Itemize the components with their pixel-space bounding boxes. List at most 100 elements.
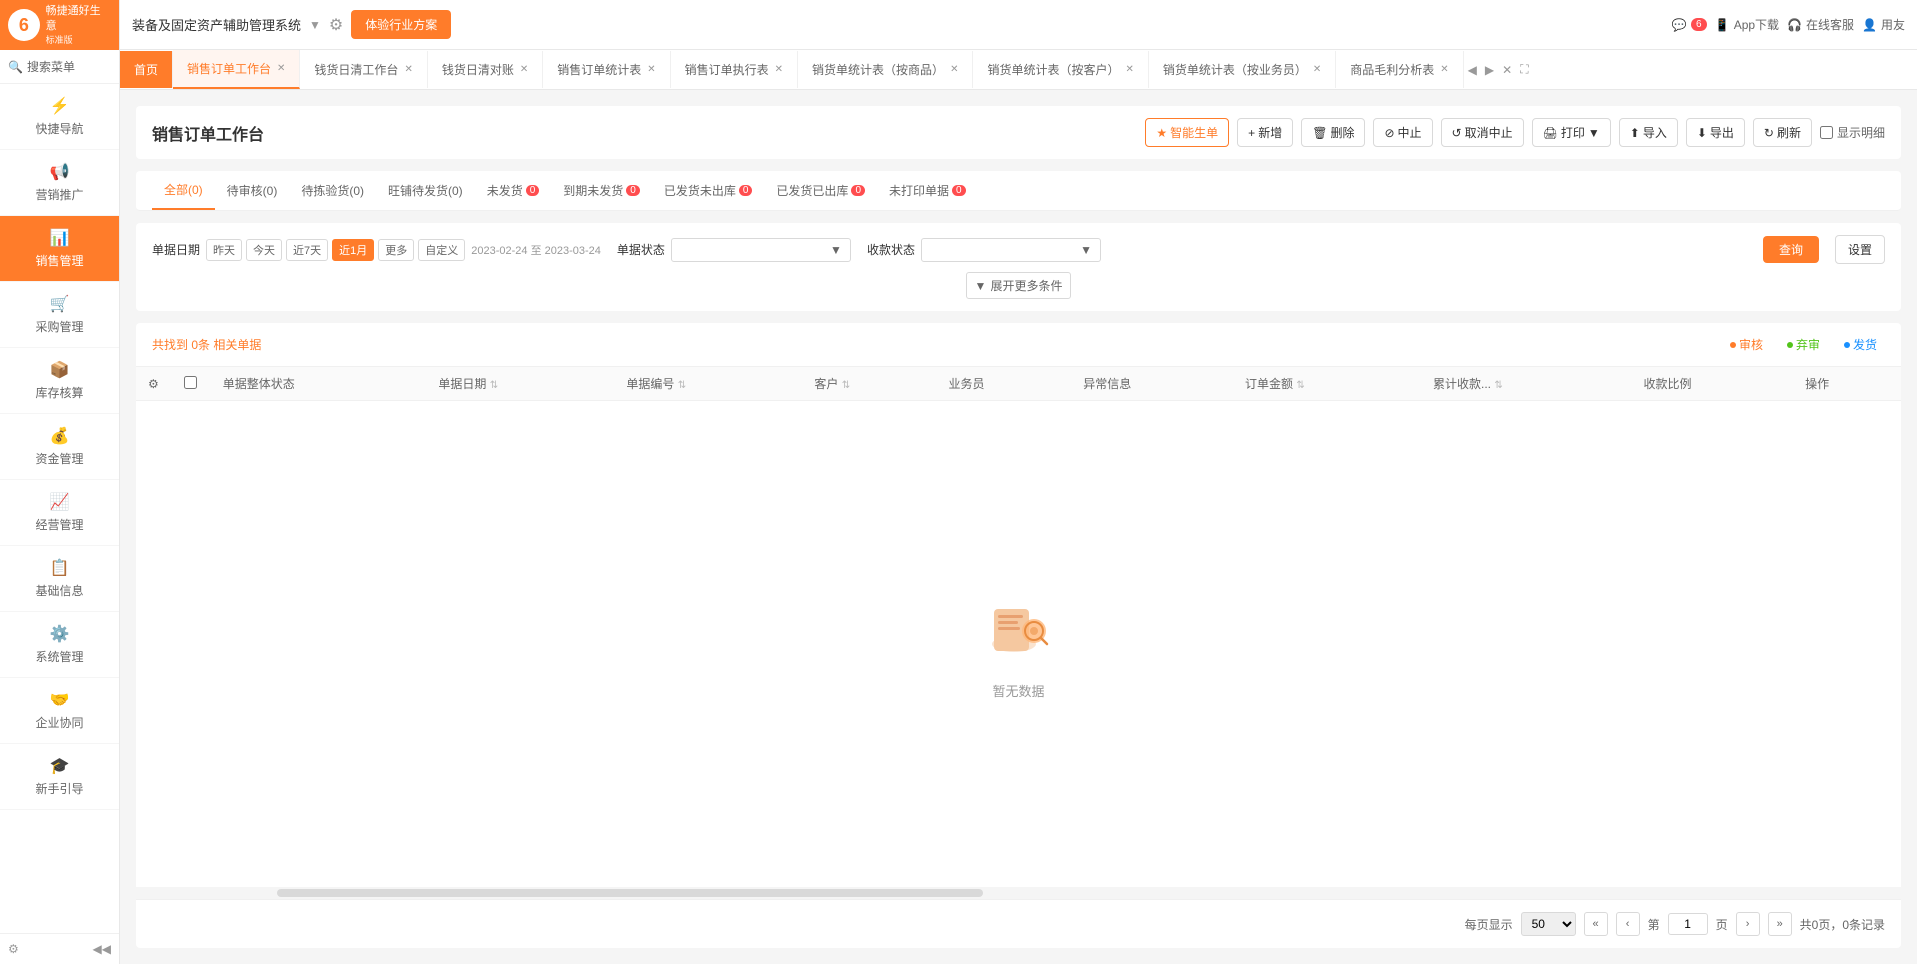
- scrollbar-thumb[interactable]: [277, 889, 983, 897]
- tab-cash-reconcile-close[interactable]: ✕: [520, 64, 528, 75]
- sub-tab-unprinted[interactable]: 未打印单据 0: [877, 172, 978, 209]
- sub-tab-wangpu[interactable]: 旺铺待发货(0): [376, 172, 475, 209]
- filter-settings-btn[interactable]: 设置: [1835, 235, 1885, 264]
- tab-sales-summary1[interactable]: 销货单统计表（按商品） ✕: [798, 51, 973, 88]
- sub-tab-shipped-out[interactable]: 已发货已出库 0: [764, 172, 877, 209]
- sidebar-item-sales[interactable]: 📊 销售管理: [0, 216, 119, 282]
- tab-sales-order[interactable]: 销售订单工作台 ✕: [173, 50, 300, 89]
- col-settings[interactable]: ⚙: [136, 367, 171, 401]
- tab-sales-stat-close[interactable]: ✕: [647, 64, 655, 75]
- date-btn-today[interactable]: 今天: [246, 239, 282, 261]
- sub-tab-pending-review[interactable]: 待审核(0): [215, 172, 290, 209]
- col-customer[interactable]: 客户 ⇅: [802, 367, 936, 401]
- tab-fullscreen[interactable]: ⛶: [1516, 62, 1532, 77]
- col-date[interactable]: 单据日期 ⇅: [426, 367, 614, 401]
- anti-audit-btn[interactable]: 弃审: [1779, 333, 1828, 356]
- app-download[interactable]: 📱 App下载: [1715, 16, 1779, 33]
- user-menu[interactable]: 👤 用友: [1862, 16, 1905, 33]
- tab-gross-margin[interactable]: 商品毛利分析表 ✕: [1336, 51, 1463, 88]
- tab-sales-order-close[interactable]: ✕: [277, 63, 285, 74]
- sidebar-item-operations[interactable]: 📈 经营管理: [0, 480, 119, 546]
- collapse-icon[interactable]: ◀◀: [93, 942, 111, 956]
- sub-tab-pending-inspect[interactable]: 待拣验货(0): [289, 172, 376, 209]
- settings-icon[interactable]: ⚙: [8, 942, 19, 956]
- last-page-btn[interactable]: »: [1768, 912, 1792, 936]
- sidebar-item-newbie[interactable]: 🎓 新手引导: [0, 744, 119, 810]
- col-number[interactable]: 单据编号 ⇅: [614, 367, 802, 401]
- first-page-btn[interactable]: «: [1584, 912, 1608, 936]
- tab-sales-summary2-close[interactable]: ✕: [1125, 64, 1133, 75]
- sidebar-item-quick-nav[interactable]: ⚡ 快捷导航: [0, 84, 119, 150]
- col-exception[interactable]: 异常信息: [1071, 367, 1233, 401]
- message-center[interactable]: 💬 6: [1672, 18, 1707, 32]
- sidebar-item-finance[interactable]: 💰 资金管理: [0, 414, 119, 480]
- sidebar-item-purchase[interactable]: 🛒 采购管理: [0, 282, 119, 348]
- tab-sales-exec[interactable]: 销售订单执行表 ✕: [671, 51, 798, 88]
- delete-btn[interactable]: 🗑 删除: [1301, 118, 1365, 147]
- stop-icon: ⊘: [1384, 126, 1394, 140]
- select-all-checkbox[interactable]: [184, 376, 197, 389]
- prev-page-btn[interactable]: ‹: [1616, 912, 1640, 936]
- col-status[interactable]: 单据整体状态: [211, 367, 427, 401]
- date-btn-7days[interactable]: 近7天: [286, 239, 328, 261]
- tab-cash-daily[interactable]: 钱货日清工作台 ✕: [300, 51, 427, 88]
- sub-tab-unshipped[interactable]: 未发货 0: [475, 172, 552, 209]
- date-btn-custom[interactable]: 自定义: [418, 239, 465, 261]
- sidebar-item-enterprise[interactable]: 🤝 企业协同: [0, 678, 119, 744]
- tab-sales-summary3-close[interactable]: ✕: [1313, 64, 1321, 75]
- ship-btn[interactable]: 发货: [1836, 333, 1885, 356]
- tab-cash-daily-close[interactable]: ✕: [404, 64, 412, 75]
- topbar-dropdown-icon[interactable]: ▼: [309, 18, 321, 32]
- date-btn-yesterday[interactable]: 昨天: [206, 239, 242, 261]
- tab-sales-summary2[interactable]: 销货单统计表（按客户） ✕: [973, 51, 1148, 88]
- tab-sales-exec-close[interactable]: ✕: [775, 64, 783, 75]
- stop-btn[interactable]: ⊘ 中止: [1373, 118, 1432, 147]
- date-btn-1month[interactable]: 近1月: [332, 239, 374, 261]
- audit-btn[interactable]: 审核: [1722, 333, 1771, 356]
- sub-tab-all[interactable]: 全部(0): [152, 171, 215, 210]
- cancel-stop-btn[interactable]: ↺ 取消中止: [1441, 118, 1524, 147]
- table-scroll[interactable]: ⚙ 单据整体状态 单据日期 ⇅: [136, 367, 1901, 401]
- sub-tab-overdue[interactable]: 到期未发货 0: [551, 172, 652, 209]
- next-page-btn[interactable]: ›: [1736, 912, 1760, 936]
- status-select[interactable]: ▼: [671, 238, 851, 262]
- online-service[interactable]: 🎧 在线客服: [1787, 16, 1854, 33]
- date-btn-more[interactable]: 更多: [378, 239, 414, 261]
- sidebar-item-system[interactable]: ⚙️ 系统管理: [0, 612, 119, 678]
- tab-home[interactable]: 首页: [120, 51, 173, 88]
- expand-btn[interactable]: ▼ 展开更多条件: [966, 272, 1072, 299]
- col-ratio[interactable]: 收款比例: [1631, 367, 1793, 401]
- print-btn[interactable]: 🖨 打印 ▼: [1532, 118, 1611, 147]
- col-collected[interactable]: 累计收款... ⇅: [1421, 367, 1631, 401]
- sidebar-item-inventory[interactable]: 📦 库存核算: [0, 348, 119, 414]
- sidebar-item-basic[interactable]: 📋 基础信息: [0, 546, 119, 612]
- tab-prev[interactable]: ◀: [1464, 63, 1481, 77]
- sidebar-item-marketing[interactable]: 📢 营销推广: [0, 150, 119, 216]
- query-btn[interactable]: 查询: [1763, 236, 1819, 263]
- topbar-settings-icon[interactable]: ⚙: [329, 15, 343, 35]
- col-checkbox[interactable]: [171, 367, 211, 401]
- page-input[interactable]: [1668, 913, 1708, 935]
- col-amount[interactable]: 订单金额 ⇅: [1233, 367, 1421, 401]
- show-detail-checkbox[interactable]: 显示明细: [1820, 124, 1885, 141]
- tab-cash-reconcile[interactable]: 钱货日清对账 ✕: [428, 51, 543, 88]
- tab-gross-margin-close[interactable]: ✕: [1440, 64, 1448, 75]
- tab-sales-stat[interactable]: 销售订单统计表 ✕: [543, 51, 670, 88]
- col-salesperson[interactable]: 业务员: [937, 367, 1072, 401]
- tab-next[interactable]: ▶: [1481, 63, 1498, 77]
- tab-close-all[interactable]: ✕: [1498, 63, 1516, 77]
- horizontal-scrollbar[interactable]: [136, 887, 1901, 899]
- show-detail-input[interactable]: [1820, 126, 1833, 139]
- export-btn[interactable]: ⬇ 导出: [1686, 118, 1745, 147]
- tab-sales-summary3[interactable]: 销货单统计表（按业务员） ✕: [1149, 51, 1336, 88]
- new-btn[interactable]: + 新增: [1237, 118, 1293, 147]
- sub-tab-shipped-not-out[interactable]: 已发货未出库 0: [652, 172, 765, 209]
- page-size-select[interactable]: 50 10 20 100: [1521, 912, 1576, 936]
- import-btn[interactable]: ⬆ 导入: [1619, 118, 1678, 147]
- refresh-btn[interactable]: ↻ 刷新: [1753, 118, 1812, 147]
- payment-select[interactable]: ▼: [921, 238, 1101, 262]
- search-menu[interactable]: 🔍 搜索菜单: [0, 50, 119, 84]
- smart-btn[interactable]: ★ 智能生单: [1145, 118, 1229, 147]
- tab-sales-summary1-close[interactable]: ✕: [950, 64, 958, 75]
- industry-btn[interactable]: 体验行业方案: [351, 10, 451, 39]
